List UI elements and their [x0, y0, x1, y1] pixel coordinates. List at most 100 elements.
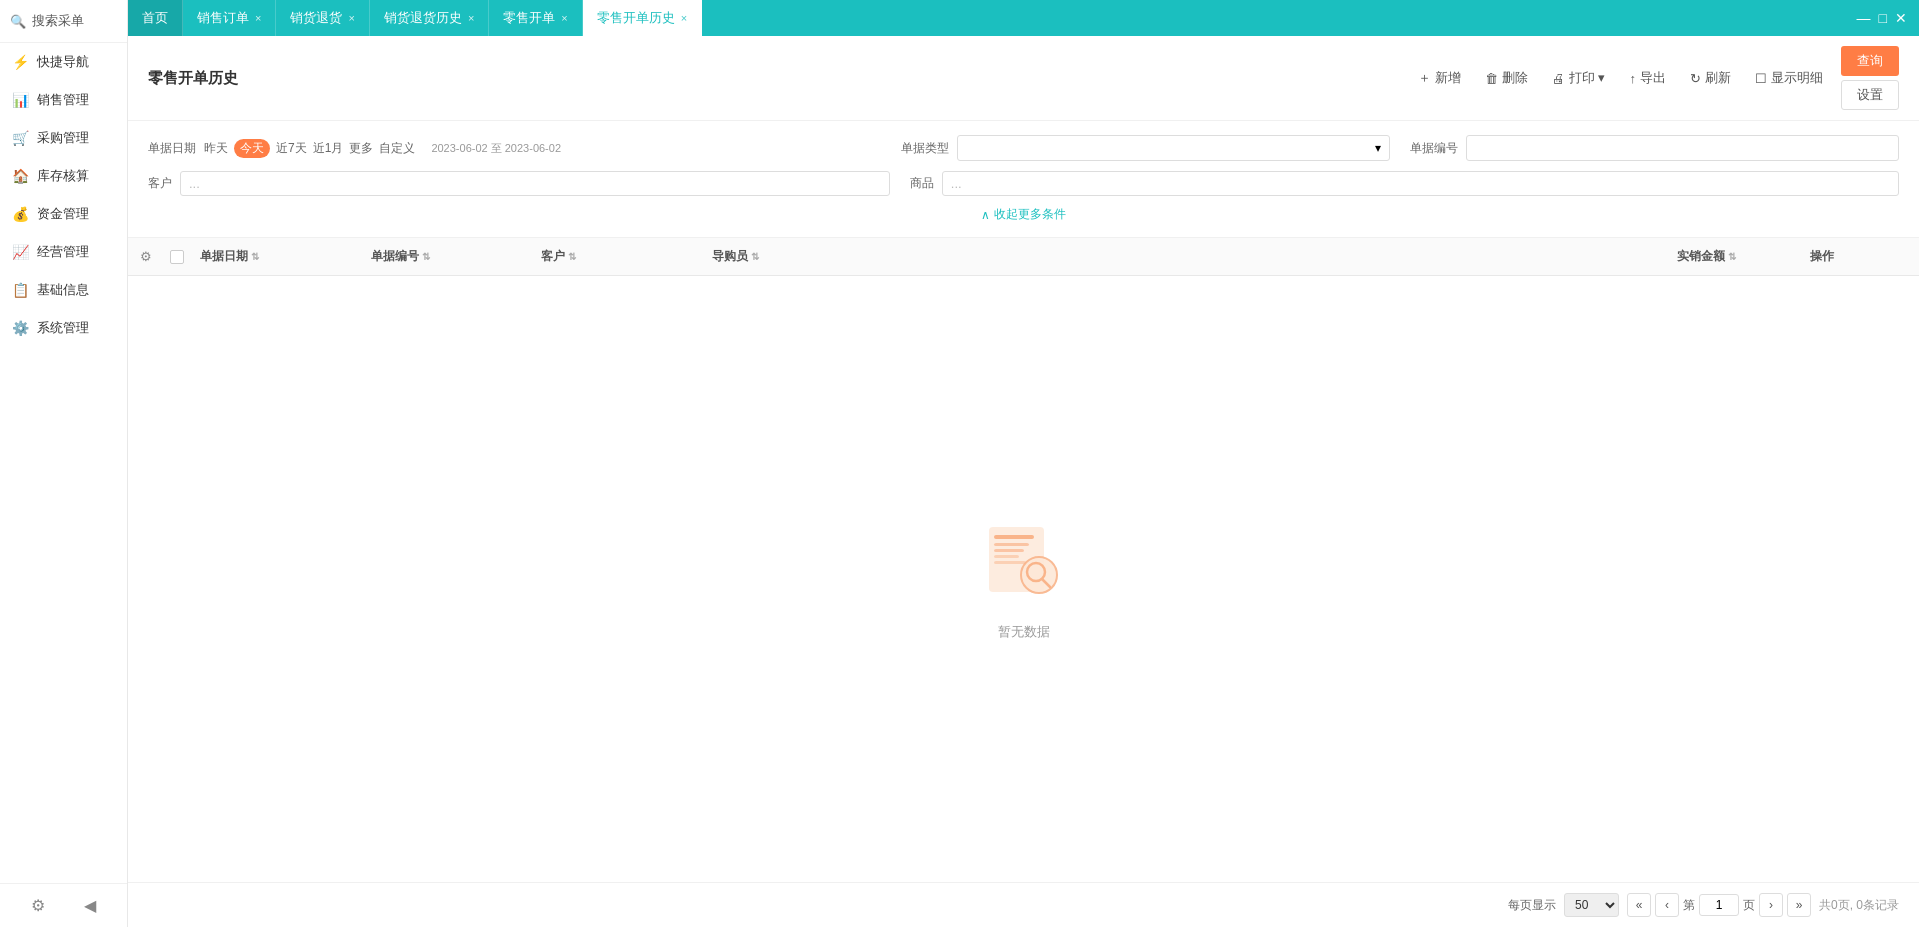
- tab-home-label: 首页: [142, 9, 168, 27]
- per-page-select[interactable]: 50 100 200: [1564, 893, 1619, 917]
- tab-retail-history[interactable]: 零售开单历史 ×: [583, 0, 702, 36]
- sidebar-search[interactable]: 🔍 搜索采单: [0, 0, 127, 43]
- last-page-button[interactable]: »: [1787, 893, 1811, 917]
- page-label: 页: [1743, 897, 1755, 914]
- th-amount[interactable]: 实销金额 ⇅: [1566, 248, 1737, 265]
- sidebar-bottom: ⚙ ◀: [0, 883, 127, 927]
- finance-icon: 💰: [12, 206, 29, 222]
- sidebar-item-label: 快捷导航: [37, 53, 89, 71]
- date-filter-label: 单据日期: [148, 140, 196, 157]
- sidebar-settings-button[interactable]: ⚙: [31, 896, 45, 915]
- sidebar-item-label: 系统管理: [37, 319, 89, 337]
- print-label: 打印 ▾: [1569, 69, 1606, 87]
- prev-page-button[interactable]: ‹: [1655, 893, 1679, 917]
- product-input[interactable]: ...: [942, 171, 1899, 196]
- number-input[interactable]: [1466, 135, 1899, 161]
- sort-number-icon: ⇅: [422, 251, 430, 262]
- shortcut-7days[interactable]: 近7天: [276, 140, 307, 157]
- sidebar-item-purchase-mgmt[interactable]: 🛒 采购管理: [0, 119, 127, 157]
- sidebar-item-basic-info[interactable]: 📋 基础信息: [0, 271, 127, 309]
- new-button[interactable]: ＋ 新增: [1412, 65, 1467, 91]
- delete-label: 删除: [1502, 69, 1528, 87]
- per-page-label: 每页显示: [1508, 897, 1556, 914]
- customer-filter-label: 客户: [148, 175, 172, 192]
- export-button[interactable]: ↑ 导出: [1624, 65, 1673, 91]
- tab-retail-open-close[interactable]: ×: [561, 12, 567, 24]
- table-settings-icon[interactable]: ⚙: [140, 249, 170, 264]
- tab-sales-return[interactable]: 销货退货 ×: [276, 0, 369, 36]
- quick-nav-icon: ⚡: [12, 54, 29, 70]
- page-word: 第: [1683, 897, 1695, 914]
- table-select-all[interactable]: [170, 250, 200, 264]
- th-date[interactable]: 单据日期 ⇅: [200, 248, 371, 265]
- window-minimize[interactable]: —: [1857, 10, 1871, 26]
- refresh-button[interactable]: ↻ 刷新: [1684, 65, 1737, 91]
- new-label: 新增: [1435, 69, 1461, 87]
- basic-info-icon: 📋: [12, 282, 29, 298]
- type-filter: 单据类型 ▾: [901, 135, 1390, 161]
- sort-customer-icon: ⇅: [568, 251, 576, 262]
- sidebar-item-sales-mgmt[interactable]: 📊 销售管理: [0, 81, 127, 119]
- th-salesperson[interactable]: 导购员 ⇅: [712, 248, 883, 265]
- tab-sales-return-history[interactable]: 销货退货历史 ×: [370, 0, 489, 36]
- print-button[interactable]: 🖨 打印 ▾: [1546, 65, 1612, 91]
- tab-sales-return-close[interactable]: ×: [348, 12, 354, 24]
- sidebar-item-finance[interactable]: 💰 资金管理: [0, 195, 127, 233]
- shortcut-yesterday[interactable]: 昨天: [204, 140, 228, 157]
- sidebar-item-label: 采购管理: [37, 129, 89, 147]
- date-filter: 单据日期 昨天 今天 近7天 近1月 更多 自定义 2023-06-02 至 2…: [148, 139, 881, 158]
- tab-retail-history-close[interactable]: ×: [681, 12, 687, 24]
- sort-date-icon: ⇅: [251, 251, 259, 262]
- refresh-label: 刷新: [1705, 69, 1731, 87]
- empty-illustration: [974, 517, 1074, 607]
- shortcut-1month[interactable]: 近1月: [313, 140, 344, 157]
- tab-sales-order[interactable]: 销售订单 ×: [183, 0, 276, 36]
- sort-amount-icon: ⇅: [1728, 251, 1736, 262]
- tab-home[interactable]: 首页: [128, 0, 183, 36]
- select-all-checkbox[interactable]: [170, 250, 184, 264]
- page-number-input[interactable]: [1699, 894, 1739, 916]
- sidebar-item-operations[interactable]: 📈 经营管理: [0, 233, 127, 271]
- th-customer[interactable]: 客户 ⇅: [541, 248, 712, 265]
- th-action: 操作: [1736, 248, 1907, 265]
- tab-sales-return-history-close[interactable]: ×: [468, 12, 474, 24]
- number-filter: 单据编号: [1410, 135, 1899, 161]
- product-filter-label: 商品: [910, 175, 934, 192]
- date-range: 2023-06-02 至 2023-06-02: [431, 141, 561, 156]
- inventory-icon: 🏠: [12, 168, 29, 184]
- shortcut-more[interactable]: 更多: [349, 140, 373, 157]
- sidebar-item-system-mgmt[interactable]: ⚙️ 系统管理: [0, 309, 127, 347]
- collapse-row[interactable]: ∧ 收起更多条件: [148, 206, 1899, 223]
- main-content: 首页 销售订单 × 销货退货 × 销货退货历史 × 零售开单 × 零售开单历史 …: [128, 0, 1919, 927]
- tab-sales-order-label: 销售订单: [197, 9, 249, 27]
- next-page-button[interactable]: ›: [1759, 893, 1783, 917]
- shortcut-today[interactable]: 今天: [234, 139, 270, 158]
- product-filter: 商品 ...: [910, 171, 1899, 196]
- tab-sales-order-close[interactable]: ×: [255, 12, 261, 24]
- window-maximize[interactable]: □: [1879, 10, 1887, 26]
- query-button[interactable]: 查询: [1841, 46, 1899, 76]
- svg-rect-5: [994, 561, 1026, 564]
- settings-button[interactable]: 设置: [1841, 80, 1899, 110]
- pagination: 每页显示 50 100 200 « ‹ 第 页 › » 共0页, 0条记录: [128, 882, 1919, 927]
- display-detail-button[interactable]: ☐ 显示明细: [1749, 65, 1829, 91]
- window-close[interactable]: ✕: [1895, 10, 1907, 26]
- sidebar-item-quick-nav[interactable]: ⚡ 快捷导航: [0, 43, 127, 81]
- sort-salesperson-icon: ⇅: [751, 251, 759, 262]
- sidebar-item-inventory[interactable]: 🏠 库存核算: [0, 157, 127, 195]
- system-icon: ⚙️: [12, 320, 29, 336]
- operations-icon: 📈: [12, 244, 29, 260]
- tab-retail-open[interactable]: 零售开单 ×: [489, 0, 582, 36]
- shortcut-custom[interactable]: 自定义: [379, 140, 415, 157]
- delete-button[interactable]: 🗑 删除: [1479, 65, 1534, 91]
- sidebar-item-label: 基础信息: [37, 281, 89, 299]
- table-area: ⚙ 单据日期 ⇅ 单据编号 ⇅ 客户 ⇅ 导购员 ⇅ 实销金额: [128, 238, 1919, 927]
- refresh-icon: ↻: [1690, 71, 1701, 86]
- first-page-button[interactable]: «: [1627, 893, 1651, 917]
- page-title: 零售开单历史: [148, 69, 238, 88]
- type-select[interactable]: ▾: [957, 135, 1390, 161]
- sidebar-collapse-button[interactable]: ◀: [84, 896, 96, 915]
- customer-input[interactable]: ...: [180, 171, 890, 196]
- th-number[interactable]: 单据编号 ⇅: [371, 248, 542, 265]
- display-label: 显示明细: [1771, 69, 1823, 87]
